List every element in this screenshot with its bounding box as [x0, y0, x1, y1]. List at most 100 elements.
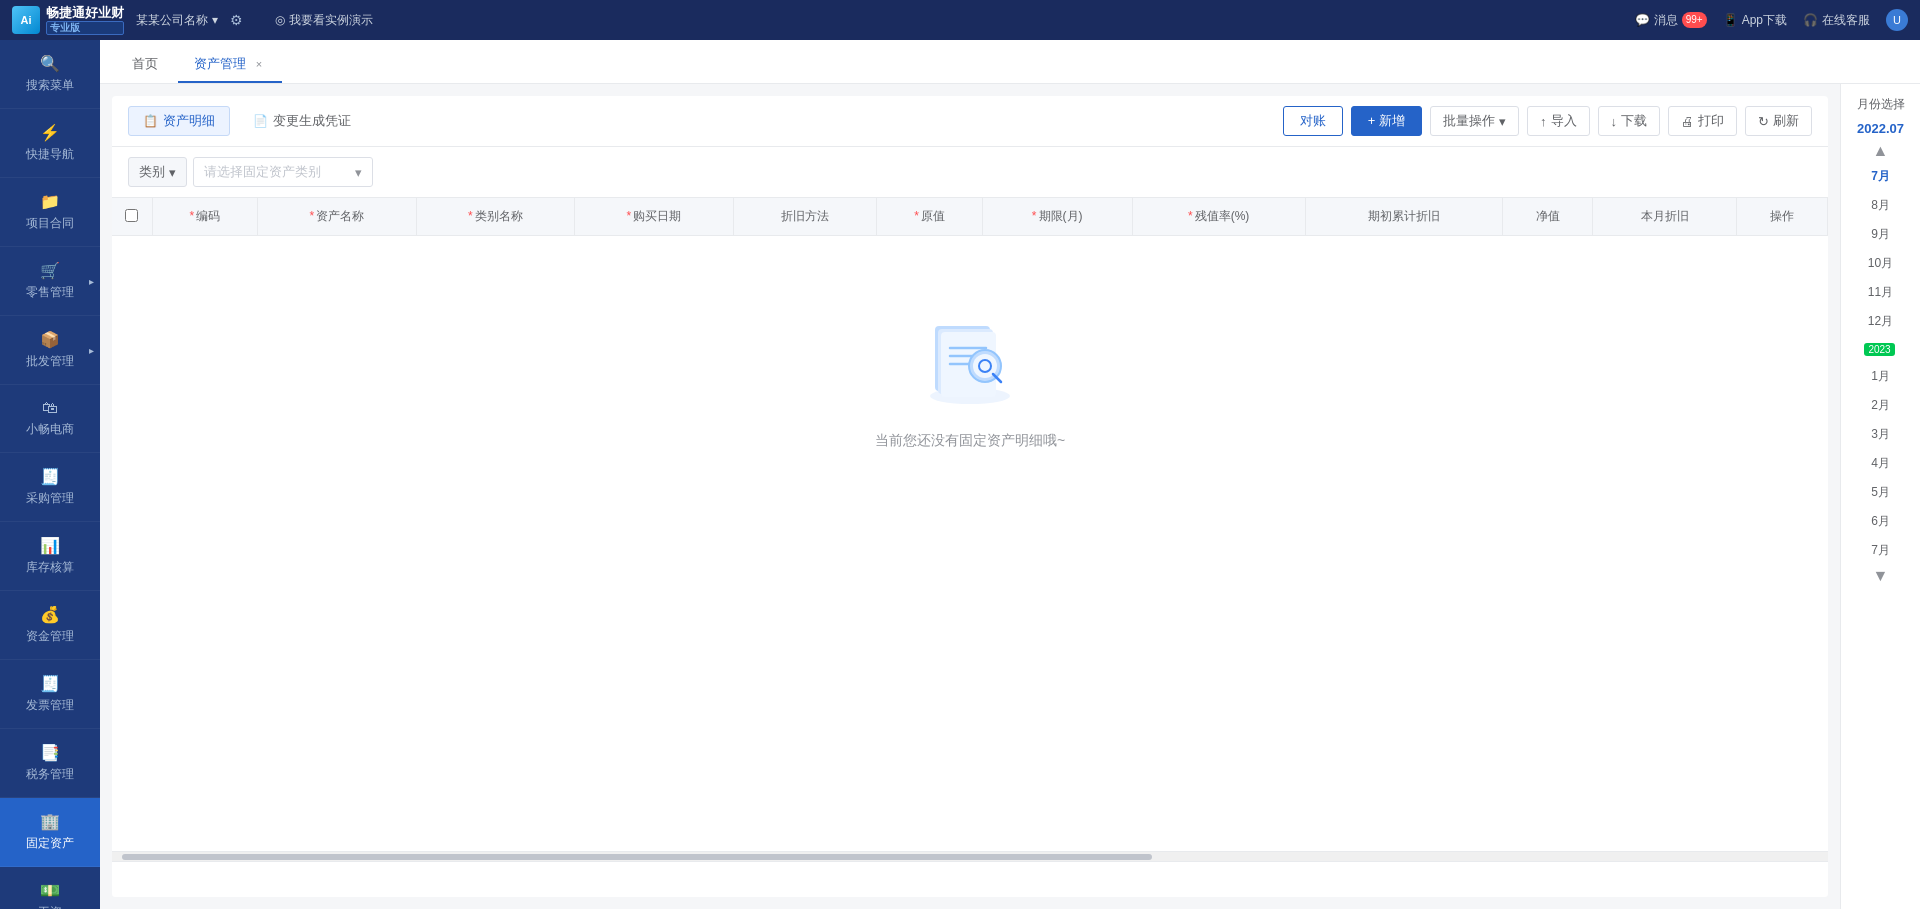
tab-asset[interactable]: 资产管理 × [178, 47, 282, 83]
fixedasset-icon: 🏢 [40, 812, 60, 831]
month-item-2023-07[interactable]: 7月 [1841, 536, 1920, 565]
select-all-checkbox[interactable] [125, 209, 138, 222]
sidebar-item-invoice[interactable]: 🧾 发票管理 [0, 660, 100, 729]
print-button[interactable]: 🖨 打印 [1668, 106, 1737, 136]
sidebar-item-fixedasset[interactable]: 🏢 固定资产 [0, 798, 100, 867]
purchase-icon: 🧾 [40, 467, 60, 486]
import-label: 导入 [1551, 112, 1577, 130]
month-up-nav[interactable]: ▲ [1841, 140, 1920, 162]
sidebar-label-fixedasset: 固定资产 [26, 835, 74, 852]
app-edition: 专业版 [46, 21, 124, 35]
month-item-2022-09[interactable]: 9月 [1841, 220, 1920, 249]
sidebar-item-retail[interactable]: 🛒 零售管理 [0, 247, 100, 316]
retail-icon: 🛒 [40, 261, 60, 280]
sidebar-item-wholesale[interactable]: 📦 批发管理 [0, 316, 100, 385]
project-icon: 📁 [40, 192, 60, 211]
month-item-2023-02[interactable]: 2月 [1841, 391, 1920, 420]
category-select: 类别 ▾ 请选择固定资产类别 ▾ [128, 157, 373, 187]
scroll-thumb [122, 854, 1152, 860]
asset-table: *编码 *资产名称 *类别名称 *购买日期 [112, 198, 1828, 236]
user-info[interactable]: U [1886, 9, 1908, 31]
demo-text: 我要看实例演示 [289, 12, 373, 29]
import-button[interactable]: ↑ 导入 [1527, 106, 1590, 136]
refresh-button[interactable]: ↻ 刷新 [1745, 106, 1812, 136]
sidebar-item-purchase[interactable]: 🧾 采购管理 [0, 453, 100, 522]
tab-home-label: 首页 [132, 55, 158, 73]
refresh-label: 刷新 [1773, 112, 1799, 130]
message-btn[interactable]: 💬 消息 99+ [1635, 12, 1707, 29]
tax-icon: 📑 [40, 743, 60, 762]
tab-home[interactable]: 首页 [116, 47, 174, 83]
category-label-btn[interactable]: 类别 ▾ [128, 157, 187, 187]
inner-content: 📋 资产明细 📄 变更生成凭证 对账 + 新增 批量操作 ▾ [100, 84, 1920, 909]
category-input[interactable]: 请选择固定资产类别 ▾ [193, 157, 373, 187]
sidebar: 🔍 搜索菜单 ⚡ 快捷导航 📁 项目合同 🛒 零售管理 📦 批发管理 🛍 小畅电… [0, 40, 100, 909]
category-label-text: 类别 [139, 163, 165, 181]
content-area: 首页 资产管理 × 📋 资产明细 📄 变更生成凭证 [100, 40, 1920, 909]
month-item-2022-11[interactable]: 11月 [1841, 278, 1920, 307]
table-container: *编码 *资产名称 *类别名称 *购买日期 [112, 198, 1828, 851]
sidebar-label-purchase: 采购管理 [26, 490, 74, 507]
col-accumulated-depreciation: 期初累计折旧 [1305, 198, 1502, 236]
month-item-2022-10[interactable]: 10月 [1841, 249, 1920, 278]
invoice-icon: 🧾 [40, 674, 60, 693]
company-selector[interactable]: 某某公司名称 ▾ [136, 12, 218, 29]
category-dropdown-icon: ▾ [169, 165, 176, 180]
col-code: *编码 [152, 198, 257, 236]
month-down-nav[interactable]: ▼ [1841, 565, 1920, 587]
month-item-2023-04[interactable]: 4月 [1841, 449, 1920, 478]
demo-link[interactable]: ◎ 我要看实例演示 [275, 12, 373, 29]
company-dropdown-icon: ▾ [212, 13, 218, 27]
col-category-name: *类别名称 [416, 198, 575, 236]
online-service-btn[interactable]: 🎧 在线客服 [1803, 12, 1870, 29]
sidebar-label-quicknav: 快捷导航 [26, 146, 74, 163]
batch-button[interactable]: 批量操作 ▾ [1430, 106, 1519, 136]
month-item-2023-badge: 2023 [1841, 336, 1920, 362]
month-item-2023-06[interactable]: 6月 [1841, 507, 1920, 536]
wholesale-icon: 📦 [40, 330, 60, 349]
sidebar-item-finance[interactable]: 💰 资金管理 [0, 591, 100, 660]
toolbar-right: 对账 + 新增 批量操作 ▾ ↑ 导入 ↓ 下载 [1283, 106, 1812, 136]
month-item-2023-01[interactable]: 1月 [1841, 362, 1920, 391]
duizhang-button[interactable]: 对账 [1283, 106, 1343, 136]
sidebar-item-quicknav[interactable]: ⚡ 快捷导航 [0, 109, 100, 178]
filter-toolbar: 类别 ▾ 请选择固定资产类别 ▾ [112, 147, 1828, 198]
month-item-2023-05[interactable]: 5月 [1841, 478, 1920, 507]
month-item-2022-08[interactable]: 8月 [1841, 191, 1920, 220]
month-item-2022-12[interactable]: 12月 [1841, 307, 1920, 336]
download-button[interactable]: ↓ 下载 [1598, 106, 1661, 136]
sidebar-item-ecommerce[interactable]: 🛍 小畅电商 [0, 385, 100, 453]
message-label: 消息 [1654, 12, 1678, 29]
sidebar-item-project[interactable]: 📁 项目合同 [0, 178, 100, 247]
add-button[interactable]: + 新增 [1351, 106, 1422, 136]
batch-label: 批量操作 [1443, 112, 1495, 130]
sidebar-item-tax[interactable]: 📑 税务管理 [0, 729, 100, 798]
month-item-2022-07[interactable]: 7月 [1841, 162, 1920, 191]
tab-close-icon[interactable]: × [252, 57, 266, 71]
top-bar-right: 💬 消息 99+ 📱 App下载 🎧 在线客服 U [1635, 9, 1908, 31]
import-icon: ↑ [1540, 114, 1547, 129]
print-icon: 🖨 [1681, 114, 1694, 129]
sub-tab-bar: 📋 资产明细 📄 变更生成凭证 对账 + 新增 批量操作 ▾ [112, 96, 1828, 147]
scroll-bar[interactable] [112, 851, 1828, 861]
settings-icon[interactable]: ⚙ [230, 12, 243, 28]
tab-asset-label: 资产管理 [194, 55, 246, 73]
month-item-2023-03[interactable]: 3月 [1841, 420, 1920, 449]
refresh-icon: ↻ [1758, 114, 1769, 129]
col-monthly-depreciation: 本月折旧 [1593, 198, 1737, 236]
app-download-btn[interactable]: 📱 App下载 [1723, 12, 1787, 29]
month-selector-header: 月份选择 [1841, 90, 1920, 119]
sidebar-item-salary[interactable]: 💵 工资 [0, 867, 100, 909]
sidebar-item-search[interactable]: 🔍 搜索菜单 [0, 40, 100, 109]
tab-bar: 首页 资产管理 × [100, 40, 1920, 84]
month-selector-panel: 月份选择 2022.07 ▲ 7月 8月 9月 10月 11月 12月 2023… [1840, 84, 1920, 909]
message-icon: 💬 [1635, 13, 1650, 27]
sub-tab-asset-detail[interactable]: 📋 资产明细 [128, 106, 230, 136]
salary-icon: 💵 [40, 881, 60, 900]
sidebar-item-inventory[interactable]: 📊 库存核算 [0, 522, 100, 591]
top-bar: Ai 畅捷通好业财 专业版 某某公司名称 ▾ ⚙ ◎ 我要看实例演示 💬 消息 … [0, 0, 1920, 40]
sidebar-label-search: 搜索菜单 [26, 77, 74, 94]
sidebar-label-finance: 资金管理 [26, 628, 74, 645]
phone-icon: 📱 [1723, 13, 1738, 27]
sub-tab-change-voucher[interactable]: 📄 变更生成凭证 [238, 106, 366, 136]
